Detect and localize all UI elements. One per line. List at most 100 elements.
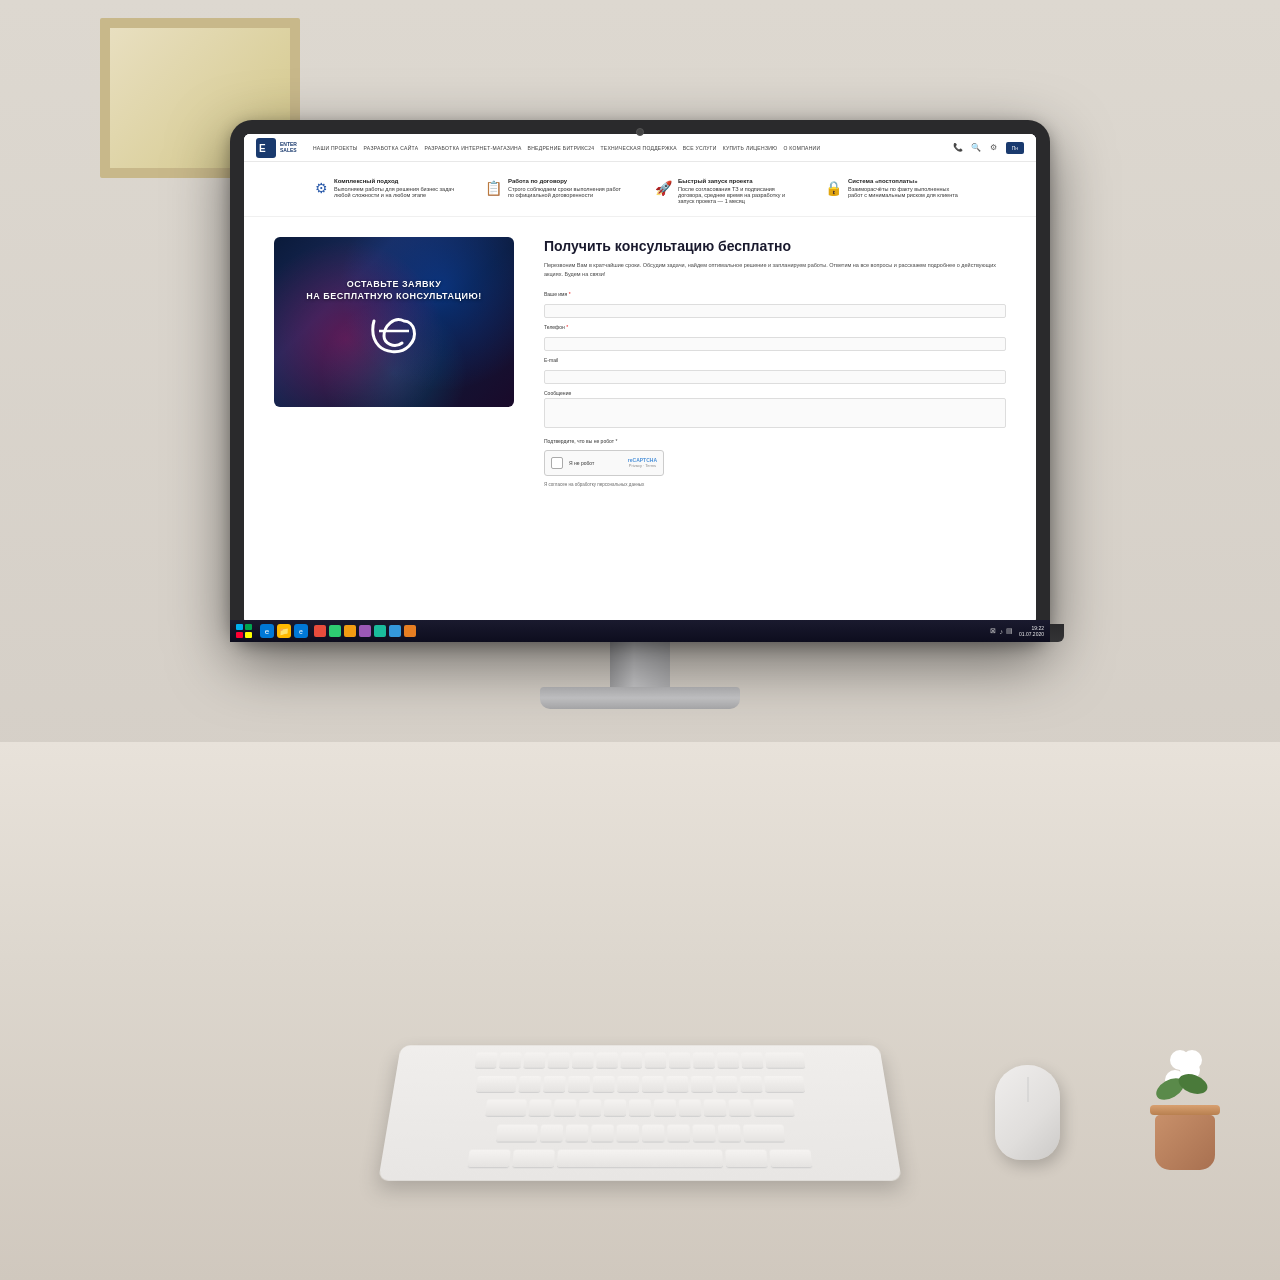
- feature-postpay-title: Система «постоплаты»: [848, 178, 965, 184]
- captcha-checkbox[interactable]: [551, 457, 563, 469]
- promo-logo: [364, 311, 424, 365]
- monitor-container: E ENTERSALES НАШИ ПРОЕКТЫ РАЗРАБОТКА САЙ…: [230, 120, 1050, 709]
- nav-link-shop-dev[interactable]: РАЗРАБОТКА ИНТЕРНЕТ-МАГАЗИНА: [424, 145, 521, 151]
- key: [539, 1124, 562, 1142]
- key: [567, 1076, 589, 1093]
- feature-contract-title: Работа по договору: [508, 178, 625, 184]
- key: [579, 1100, 602, 1117]
- form-field-phone: Телефон *: [544, 324, 1006, 351]
- form-input-email[interactable]: [544, 370, 1006, 384]
- form-description: Перезвоним Вам в кратчайшие сроки. Обсуд…: [544, 261, 1006, 279]
- key: [728, 1100, 751, 1117]
- feature-postpay-text: Система «постоплаты» Взаиморасчёты по фа…: [848, 178, 965, 198]
- nav-link-all-services[interactable]: ВСЕ УСЛУГИ: [683, 145, 717, 151]
- taskbar: e 📁 e: [244, 620, 1036, 624]
- keyboard: [378, 1045, 902, 1181]
- key: [499, 1052, 522, 1068]
- search-icon[interactable]: 🔍: [970, 142, 982, 154]
- pot-body: [1155, 1115, 1215, 1170]
- svg-text:E: E: [259, 143, 266, 154]
- petal: [1182, 1050, 1202, 1070]
- nav-actions: 📞 🔍 ⚙ Пн: [952, 142, 1024, 154]
- phone-icon[interactable]: 📞: [952, 142, 964, 154]
- nav-link-license[interactable]: КУПИТЬ ЛИЦЕНЗИЮ: [723, 145, 778, 151]
- captcha-label: Я не робот: [569, 460, 594, 466]
- feature-comprehensive-desc: Выполняем работы для решения бизнес зада…: [334, 186, 455, 198]
- form-input-phone[interactable]: [544, 337, 1006, 351]
- key: [690, 1076, 712, 1093]
- mouse: [995, 1065, 1060, 1160]
- nav-link-about[interactable]: О КОМПАНИИ: [783, 145, 820, 151]
- main-content: ОСТАВЬТЕ ЗАЯВКУ НА БЕСПЛАТНУЮ КОНСУЛЬТАЦ…: [244, 217, 1036, 507]
- key-caps: [485, 1100, 527, 1117]
- feature-contract: 📋 Работа по договору Строго соблюдаем ср…: [485, 178, 625, 204]
- key: [617, 1076, 639, 1093]
- captcha-section: Подтвердите, что вы не робот * Я не робо…: [544, 438, 1006, 476]
- contract-icon: 📋: [485, 180, 502, 196]
- monitor-stand-neck: [610, 642, 670, 687]
- key: [645, 1052, 666, 1068]
- key: [641, 1076, 663, 1093]
- key: [654, 1100, 676, 1117]
- website: E ENTERSALES НАШИ ПРОЕКТЫ РАЗРАБОТКА САЙ…: [244, 134, 1036, 624]
- key-delete: [765, 1052, 805, 1068]
- form-label-email: E-mail: [544, 357, 1006, 363]
- key: [669, 1052, 691, 1068]
- key: [717, 1124, 740, 1142]
- monitor-bezel: E ENTERSALES НАШИ ПРОЕКТЫ РАЗРАБОТКА САЙ…: [230, 120, 1050, 642]
- key-shift: [495, 1124, 537, 1142]
- key: [667, 1124, 690, 1142]
- key-ralt: [725, 1150, 768, 1169]
- brand-logo-icon: E: [256, 138, 276, 158]
- key: [528, 1100, 551, 1117]
- captcha-section-label: Подтвердите, что вы не робот *: [544, 438, 1006, 444]
- key-alt: [512, 1150, 555, 1169]
- feature-contract-desc: Строго соблюдаем сроки выполнения работ …: [508, 186, 625, 198]
- nav-link-support[interactable]: ТЕХНИЧЕСКАЯ ПОДДЕРЖКА: [600, 145, 676, 151]
- nav-link-site-dev[interactable]: РАЗРАБОТКА САЙТА: [364, 145, 419, 151]
- nav-cta-button[interactable]: Пн: [1006, 142, 1024, 154]
- recaptcha-logo: reCAPTCHA Privacy · Terms: [628, 457, 657, 468]
- key-rctrl: [769, 1150, 812, 1169]
- nav-links: НАШИ ПРОЕКТЫ РАЗРАБОТКА САЙТА РАЗРАБОТКА…: [313, 145, 944, 151]
- form-field-message: Сообщение: [544, 390, 1006, 432]
- feature-comprehensive: ⚙ Комплексный подход Выполняем работы дл…: [315, 178, 455, 204]
- nav-logo: E ENTERSALES: [256, 138, 297, 158]
- key: [592, 1076, 614, 1093]
- form-label-name: Ваше имя *: [544, 291, 1006, 297]
- feature-postpay: 🔒 Система «постоплаты» Взаиморасчёты по …: [825, 178, 965, 204]
- key: [518, 1076, 541, 1093]
- key: [679, 1100, 702, 1117]
- key-tab: [475, 1076, 516, 1093]
- form-title: Получить консультацию бесплатно: [544, 237, 1006, 255]
- feature-launch-title: Быстрый запуск проекта: [678, 178, 795, 184]
- feature-launch-desc: После согласования ТЗ и подписания догов…: [678, 186, 795, 204]
- feature-launch-text: Быстрый запуск проекта После согласовани…: [678, 178, 795, 204]
- form-input-name[interactable]: [544, 304, 1006, 318]
- key: [543, 1076, 566, 1093]
- desk-surface: [0, 742, 1280, 1280]
- launch-icon: 🚀: [655, 180, 672, 196]
- leaf: [1176, 1070, 1210, 1097]
- nav-link-bitrix[interactable]: ВНЕДРЕНИЕ БИТРИКС24: [528, 145, 595, 151]
- monitor-stand-base: [540, 687, 740, 709]
- form-input-message[interactable]: [544, 398, 1006, 428]
- key: [692, 1124, 715, 1142]
- key: [523, 1052, 545, 1068]
- room-background: E ENTERSALES НАШИ ПРОЕКТЫ РАЗРАБОТКА САЙ…: [0, 0, 1280, 1280]
- consent-text: Я согласен на обработку персональных дан…: [544, 482, 1006, 487]
- pot-rim: [1150, 1105, 1220, 1115]
- postpay-icon: 🔒: [825, 180, 842, 196]
- key-enter: [764, 1076, 805, 1093]
- settings-icon[interactable]: ⚙: [988, 142, 1000, 154]
- key: [715, 1076, 738, 1093]
- key: [572, 1052, 594, 1068]
- key: [616, 1124, 638, 1142]
- key: [717, 1052, 739, 1068]
- form-field-email: E-mail: [544, 357, 1006, 384]
- key: [548, 1052, 570, 1068]
- nav-link-projects[interactable]: НАШИ ПРОЕКТЫ: [313, 145, 358, 151]
- captcha-box[interactable]: Я не робот reCAPTCHA Privacy · Terms: [544, 450, 664, 476]
- key-return: [753, 1100, 795, 1117]
- key-rshift: [742, 1124, 784, 1142]
